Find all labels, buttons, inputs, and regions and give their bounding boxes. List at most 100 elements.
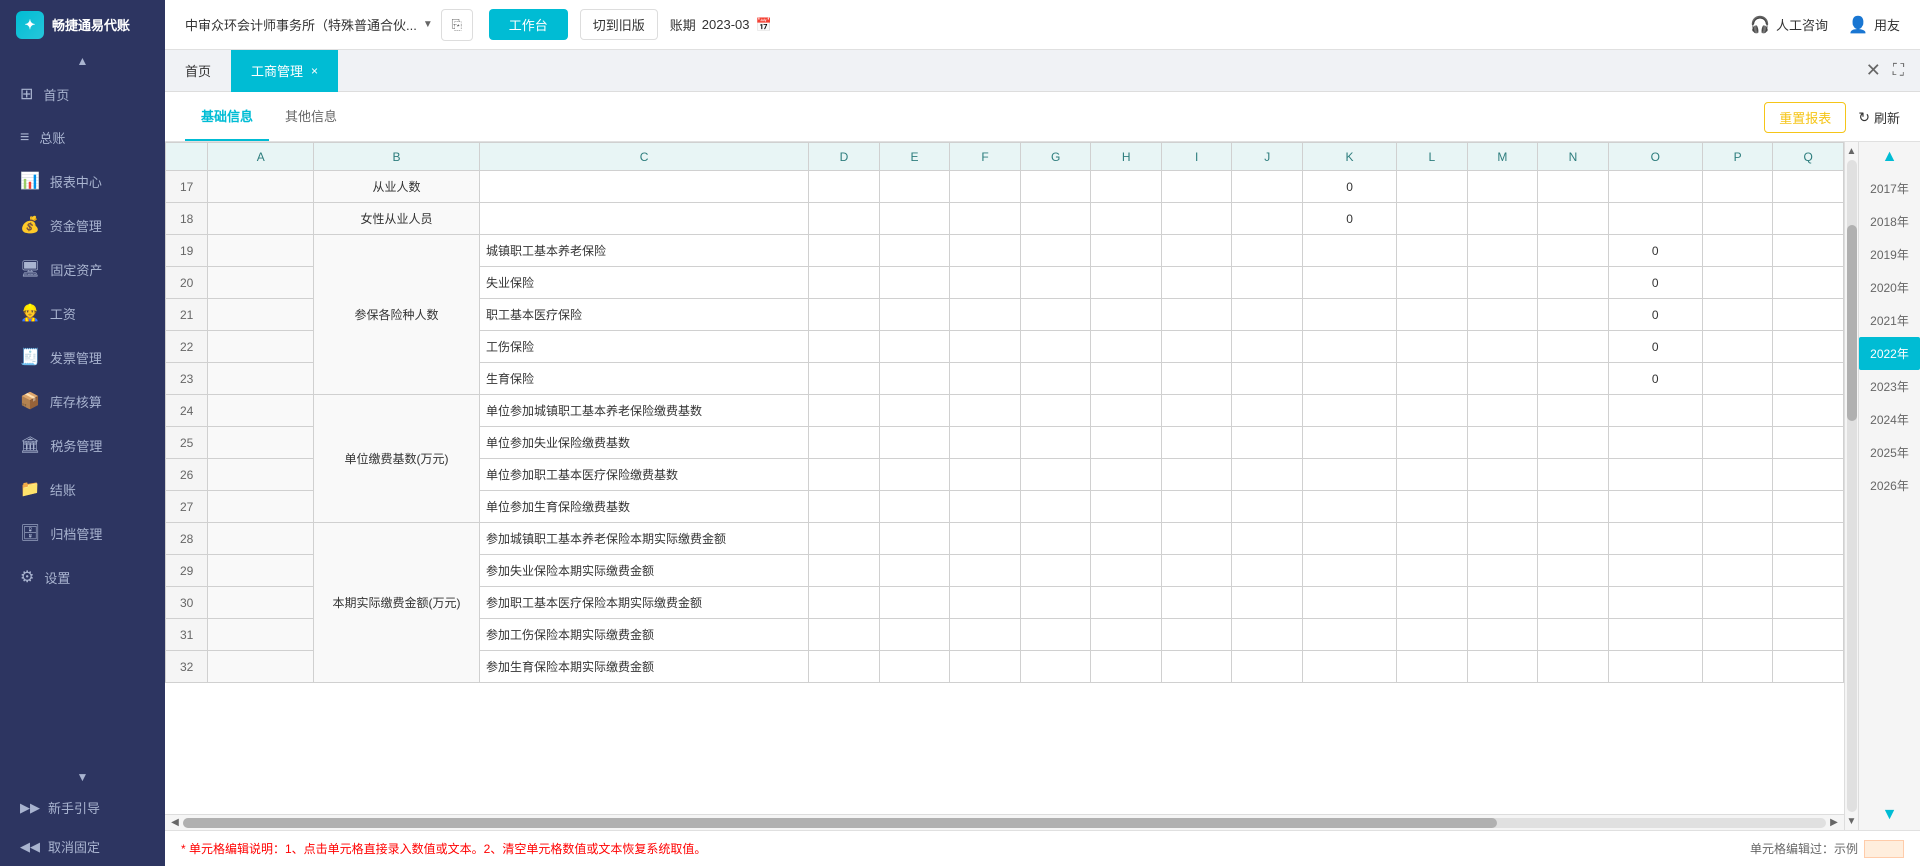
cell-d[interactable] <box>809 363 880 395</box>
cell-e[interactable] <box>879 619 950 651</box>
cell-a[interactable] <box>208 299 314 331</box>
cell-l[interactable] <box>1397 427 1468 459</box>
cell-i[interactable] <box>1161 651 1232 683</box>
spreadsheet-scroll-area[interactable]: A B C D E F G H I J <box>165 142 1844 814</box>
cell-f[interactable] <box>950 523 1021 555</box>
year-item[interactable]: 2026年 <box>1859 469 1920 502</box>
copy-button[interactable]: ⎘ <box>441 9 473 41</box>
cell-o[interactable]: 0 <box>1608 235 1702 267</box>
cell-e[interactable] <box>879 587 950 619</box>
cell-e[interactable] <box>879 363 950 395</box>
cell-j[interactable] <box>1232 299 1303 331</box>
cell-j[interactable] <box>1232 523 1303 555</box>
cell-f[interactable] <box>950 555 1021 587</box>
cell-k[interactable] <box>1303 235 1397 267</box>
cell-m[interactable] <box>1467 427 1538 459</box>
workbench-button[interactable]: 工作台 <box>489 9 568 40</box>
h-scroll-left-icon[interactable]: ◀ <box>167 815 183 831</box>
cell-h[interactable] <box>1091 427 1162 459</box>
cell-i[interactable] <box>1161 235 1232 267</box>
ai-consult[interactable]: 🎧 人工咨询 <box>1750 15 1828 35</box>
year-item[interactable]: 2018年 <box>1859 205 1920 238</box>
cell-j[interactable] <box>1232 203 1303 235</box>
cell-a[interactable] <box>208 235 314 267</box>
cell-o[interactable] <box>1608 203 1702 235</box>
cell-e[interactable] <box>879 203 950 235</box>
cell-b[interactable]: 本期实际缴费金额(万元) <box>314 523 480 683</box>
cell-o[interactable] <box>1608 491 1702 523</box>
year-item[interactable]: 2023年 <box>1859 370 1920 403</box>
cell-o[interactable] <box>1608 619 1702 651</box>
cell-o[interactable] <box>1608 395 1702 427</box>
year-item[interactable]: 2021年 <box>1859 304 1920 337</box>
cell-p[interactable] <box>1702 651 1773 683</box>
cell-i[interactable] <box>1161 267 1232 299</box>
h-scroll-thumb[interactable] <box>183 818 1497 828</box>
cell-j[interactable] <box>1232 363 1303 395</box>
cell-h[interactable] <box>1091 491 1162 523</box>
cell-o[interactable]: 0 <box>1608 363 1702 395</box>
cell-c[interactable]: 单位参加城镇职工基本养老保险缴费基数 <box>479 395 808 427</box>
cell-g[interactable] <box>1020 587 1091 619</box>
cell-l[interactable] <box>1397 235 1468 267</box>
cell-b[interactable]: 女性从业人员 <box>314 203 480 235</box>
cell-b[interactable]: 从业人数 <box>314 171 480 203</box>
new-guide[interactable]: ▶▶ 新手引导 <box>0 788 165 827</box>
cell-p[interactable] <box>1702 235 1773 267</box>
cell-o[interactable] <box>1608 651 1702 683</box>
cell-f[interactable] <box>950 235 1021 267</box>
cell-c[interactable]: 生育保险 <box>479 363 808 395</box>
cell-o[interactable] <box>1608 427 1702 459</box>
cell-k[interactable]: 0 <box>1303 171 1397 203</box>
cell-j[interactable] <box>1232 555 1303 587</box>
cell-i[interactable] <box>1161 491 1232 523</box>
cell-c[interactable]: 单位参加生育保险缴费基数 <box>479 491 808 523</box>
cell-l[interactable] <box>1397 587 1468 619</box>
cell-j[interactable] <box>1232 235 1303 267</box>
cell-d[interactable] <box>809 299 880 331</box>
sidebar-item-close-accounts[interactable]: 📁 结账 <box>0 467 165 511</box>
cell-a[interactable] <box>208 587 314 619</box>
cell-p[interactable] <box>1702 587 1773 619</box>
cell-e[interactable] <box>879 331 950 363</box>
cell-c[interactable] <box>479 203 808 235</box>
cell-i[interactable] <box>1161 203 1232 235</box>
cell-q[interactable] <box>1773 619 1844 651</box>
cell-e[interactable] <box>879 523 950 555</box>
cell-d[interactable] <box>809 587 880 619</box>
cell-d[interactable] <box>809 619 880 651</box>
cell-p[interactable] <box>1702 427 1773 459</box>
cell-d[interactable] <box>809 427 880 459</box>
cell-i[interactable] <box>1161 619 1232 651</box>
cell-j[interactable] <box>1232 427 1303 459</box>
v-scroll-down-icon[interactable]: ▼ <box>1845 814 1859 828</box>
cell-f[interactable] <box>950 491 1021 523</box>
cell-k[interactable] <box>1303 651 1397 683</box>
cell-f[interactable] <box>950 395 1021 427</box>
cell-l[interactable] <box>1397 491 1468 523</box>
cell-m[interactable] <box>1467 267 1538 299</box>
cell-l[interactable] <box>1397 651 1468 683</box>
cell-h[interactable] <box>1091 299 1162 331</box>
cell-d[interactable] <box>809 235 880 267</box>
cell-p[interactable] <box>1702 203 1773 235</box>
cell-g[interactable] <box>1020 555 1091 587</box>
cell-d[interactable] <box>809 491 880 523</box>
cell-i[interactable] <box>1161 587 1232 619</box>
cell-n[interactable] <box>1538 331 1609 363</box>
cell-q[interactable] <box>1773 395 1844 427</box>
cell-q[interactable] <box>1773 171 1844 203</box>
cell-q[interactable] <box>1773 555 1844 587</box>
cell-g[interactable] <box>1020 491 1091 523</box>
cell-q[interactable] <box>1773 203 1844 235</box>
cell-d[interactable] <box>809 459 880 491</box>
cell-q[interactable] <box>1773 651 1844 683</box>
cell-f[interactable] <box>950 427 1021 459</box>
window-expand-icon[interactable]: ⛶ <box>1893 62 1904 80</box>
h-scrollbar[interactable]: ◀ ▶ <box>165 814 1844 830</box>
cell-m[interactable] <box>1467 651 1538 683</box>
cell-a[interactable] <box>208 555 314 587</box>
cell-i[interactable] <box>1161 171 1232 203</box>
cell-n[interactable] <box>1538 171 1609 203</box>
cell-h[interactable] <box>1091 555 1162 587</box>
